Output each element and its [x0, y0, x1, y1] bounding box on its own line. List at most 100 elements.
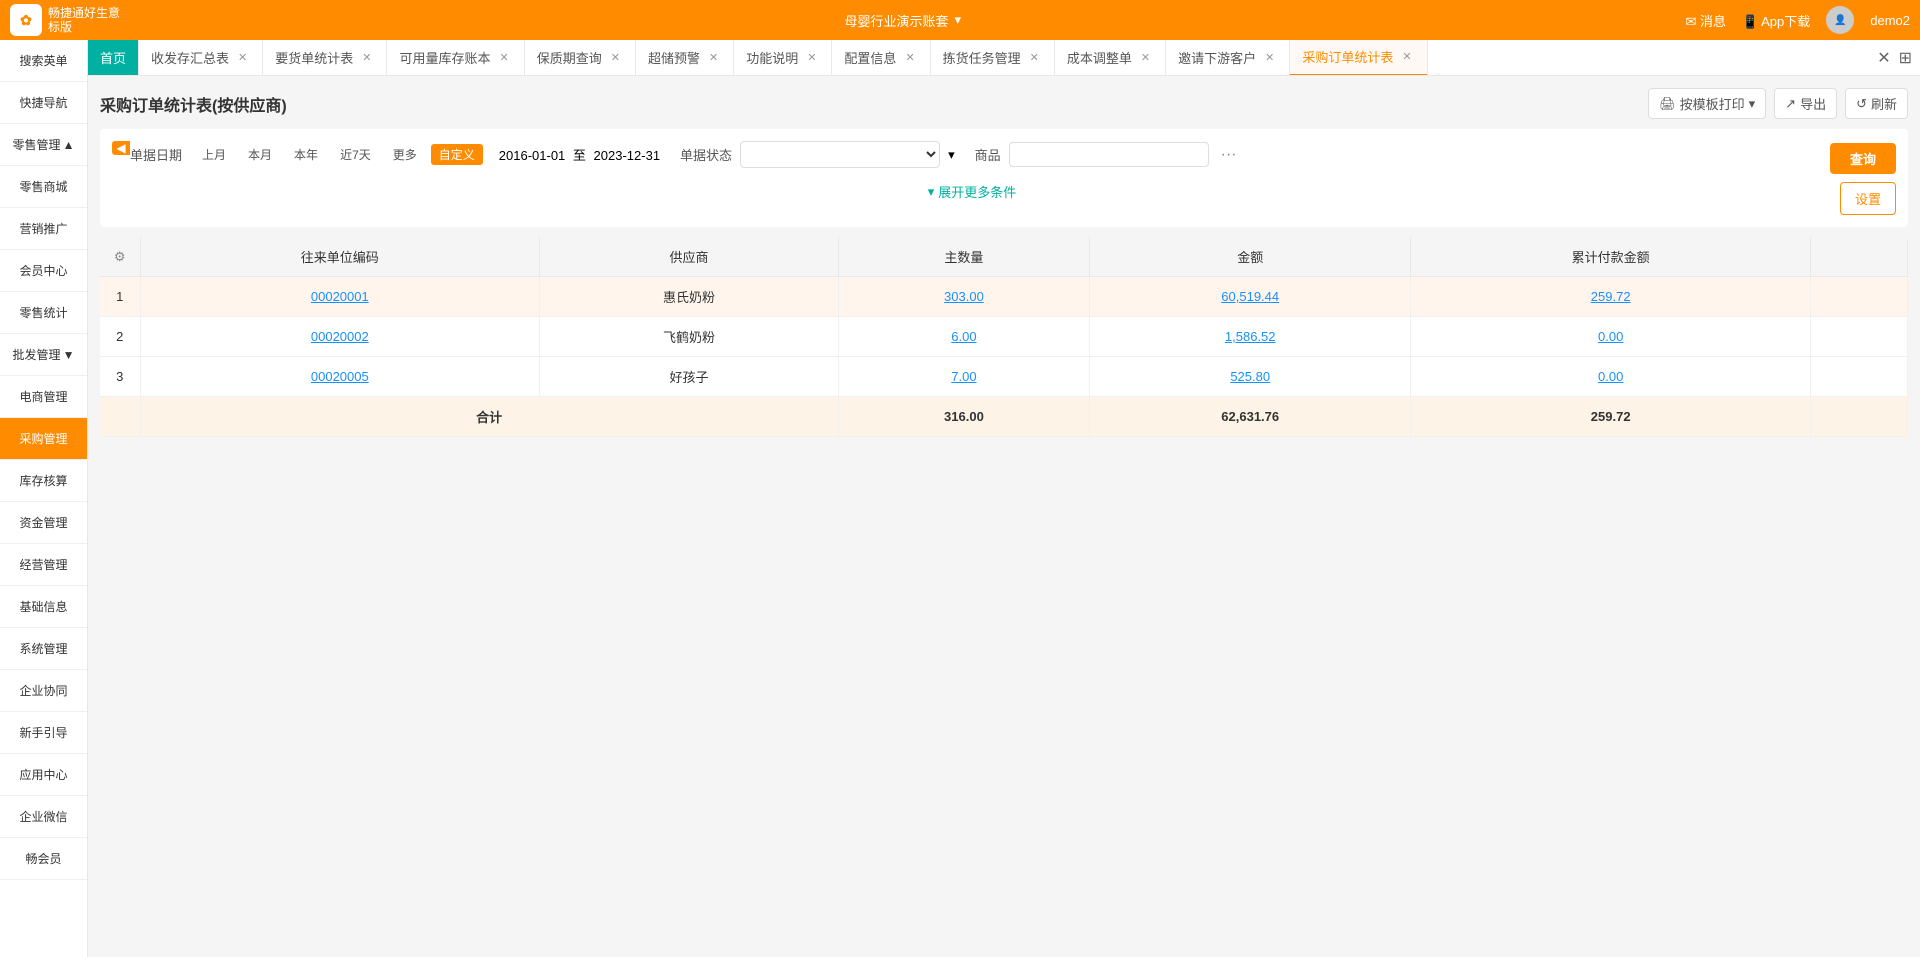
cell-empty [1810, 277, 1907, 317]
custom-date-tag[interactable]: 自定义 [431, 144, 483, 165]
close-tab-receive-summary[interactable]: ✕ [235, 50, 250, 65]
goods-more-btn[interactable]: ··· [1221, 146, 1237, 164]
sidebar-item-operations[interactable]: 经营管理 [0, 544, 87, 586]
tab-function-desc[interactable]: 功能说明 ✕ [734, 40, 832, 76]
sidebar-item-retail-shop[interactable]: 零售商城 [0, 166, 87, 208]
sidebar-item-member[interactable]: 会员中心 [0, 250, 87, 292]
paid-link-3[interactable]: 0.00 [1598, 369, 1623, 384]
close-tab-available-stock[interactable]: ✕ [497, 50, 512, 65]
tab-cost-adjust[interactable]: 成本调整单 ✕ [1055, 40, 1166, 76]
filter-actions: 查询 设置 [1814, 141, 1896, 215]
close-tab-function-desc[interactable]: ✕ [804, 50, 819, 65]
amount-link-2[interactable]: 1,586.52 [1225, 329, 1276, 344]
template-print-button[interactable]: 🖨 按模板打印 ▾ [1648, 88, 1766, 119]
col-code-header: 往来单位编码 [140, 237, 540, 277]
tab-shelf-life[interactable]: 保质期查询 ✕ [525, 40, 636, 76]
tab-purchase-summary[interactable]: 采购订单统计表 ✕ [1290, 40, 1427, 76]
close-tab-purchase-summary[interactable]: ✕ [1399, 49, 1414, 64]
data-table: ⚙ 往来单位编码 供应商 主数量 金额 累计付款金额 1 [100, 237, 1908, 437]
quantity-link-2[interactable]: 6.00 [951, 329, 976, 344]
sidebar-item-finance[interactable]: 资金管理 [0, 502, 87, 544]
status-select[interactable] [740, 141, 940, 168]
logo-symbol: ✿ [20, 12, 32, 29]
code-link[interactable]: 00020001 [311, 289, 369, 304]
shortcut-7days[interactable]: 近7天 [332, 144, 379, 165]
cell-code: 00020002 [140, 317, 540, 357]
tab-config-info[interactable]: 配置信息 ✕ [832, 40, 930, 76]
goods-input[interactable] [1009, 142, 1209, 167]
close-tab-goods-summary[interactable]: ✕ [359, 50, 374, 65]
column-settings-icon[interactable]: ⚙ [114, 249, 126, 264]
tab-home[interactable]: 首页 [88, 40, 139, 76]
cell-paid: 0.00 [1411, 357, 1811, 397]
sidebar-item-shortcut[interactable]: 快捷导航 [0, 82, 87, 124]
sidebar-item-app-center[interactable]: 应用中心 [0, 754, 87, 796]
paid-link-2[interactable]: 0.00 [1598, 329, 1623, 344]
cell-supplier: 好孩子 [540, 357, 839, 397]
export-button[interactable]: ↗ 导出 [1774, 88, 1837, 119]
cell-supplier: 惠氏奶粉 [540, 277, 839, 317]
col-amount-header: 金额 [1090, 237, 1411, 277]
close-all-icon[interactable]: ✕ [1877, 48, 1890, 68]
code-link-3[interactable]: 00020005 [311, 369, 369, 384]
paid-link[interactable]: 259.72 [1591, 289, 1631, 304]
quantity-link[interactable]: 303.00 [944, 289, 984, 304]
toggle-more-btn[interactable]: ▾ 展开更多条件 [928, 182, 1017, 201]
sidebar-item-inventory[interactable]: 库存核算 [0, 460, 87, 502]
tab-available-stock[interactable]: 可用量库存账本 ✕ [387, 40, 524, 76]
date-to[interactable]: 2023-12-31 [594, 148, 661, 163]
shortcut-more[interactable]: 更多 [385, 144, 425, 165]
shortcut-last-month[interactable]: 上月 [194, 144, 234, 165]
table: ⚙ 往来单位编码 供应商 主数量 金额 累计付款金额 1 [100, 237, 1908, 437]
sidebar-item-retail[interactable]: 零售管理 ▲ [0, 124, 87, 166]
sidebar-item-wechat[interactable]: 企业微信 [0, 796, 87, 838]
sidebar-item-basic[interactable]: 基础信息 [0, 586, 87, 628]
close-tab-config-info[interactable]: ✕ [902, 50, 917, 65]
table-footer-row: 合计 316.00 62,631.76 259.72 [100, 397, 1908, 437]
date-shortcuts: 上月 本月 本年 近7天 更多 自定义 [194, 144, 483, 165]
sidebar-item-member2[interactable]: 畅会员 [0, 838, 87, 880]
amount-link[interactable]: 60,519.44 [1221, 289, 1279, 304]
workspace-selector[interactable]: 母婴行业演示账套 ▾ [844, 11, 961, 30]
code-link-2[interactable]: 00020002 [311, 329, 369, 344]
close-tab-pick-task[interactable]: ✕ [1027, 50, 1042, 65]
close-tab-invite-downstream[interactable]: ✕ [1262, 50, 1277, 65]
user-avatar[interactable]: 👤 [1826, 6, 1854, 34]
tab-receive-summary[interactable]: 收发存汇总表 ✕ [139, 40, 263, 76]
close-tab-cost-adjust[interactable]: ✕ [1138, 50, 1153, 65]
tab-goods-summary[interactable]: 要货单统计表 ✕ [263, 40, 387, 76]
sidebar-item-marketing[interactable]: 营销推广 [0, 208, 87, 250]
amount-link-3[interactable]: 525.80 [1230, 369, 1270, 384]
sidebar-collapse-btn[interactable]: ◀ [112, 141, 130, 155]
tab-pick-task[interactable]: 拣货任务管理 ✕ [931, 40, 1055, 76]
app-download-btn[interactable]: 📱 App下载 [1742, 11, 1810, 30]
sidebar-item-search[interactable]: 搜索英单 [0, 40, 87, 82]
query-button[interactable]: 查询 [1830, 143, 1896, 174]
sidebar-item-purchase[interactable]: 采购管理 [0, 418, 87, 460]
maximize-icon[interactable]: ⊞ [1899, 48, 1912, 68]
messages-btn[interactable]: ✉ 消息 [1685, 11, 1726, 30]
shortcut-this-month[interactable]: 本月 [240, 144, 280, 165]
tab-overstock[interactable]: 超储预警 ✕ [636, 40, 734, 76]
cell-empty [1810, 317, 1907, 357]
tab-invite-downstream[interactable]: 邀请下游客户 ✕ [1166, 40, 1290, 76]
shortcut-this-year[interactable]: 本年 [286, 144, 326, 165]
sidebar-item-newbie[interactable]: 新手引导 [0, 712, 87, 754]
sidebar: 搜索英单 快捷导航 零售管理 ▲ 零售商城 营销推广 会员中心 零售统计 批发管… [0, 40, 88, 957]
chevron-icon: ▲ [63, 138, 75, 152]
sidebar-item-ecommerce[interactable]: 电商管理 [0, 376, 87, 418]
date-label: 单据日期 [130, 145, 182, 164]
date-from[interactable]: 2016-01-01 [499, 148, 566, 163]
settings-button[interactable]: 设置 [1840, 182, 1896, 215]
sidebar-item-retail-stat[interactable]: 零售统计 [0, 292, 87, 334]
quantity-link-3[interactable]: 7.00 [951, 369, 976, 384]
refresh-button[interactable]: ↺ 刷新 [1845, 88, 1908, 119]
page-header: 采购订单统计表(按供应商) 🖨 按模板打印 ▾ ↗ 导出 ↺ 刷新 [100, 88, 1908, 119]
sidebar-item-enterprise[interactable]: 企业协同 [0, 670, 87, 712]
chevron-down-icon: ▾ [954, 12, 961, 28]
sidebar-item-wholesale[interactable]: 批发管理 ▼ [0, 334, 87, 376]
sidebar-item-system[interactable]: 系统管理 [0, 628, 87, 670]
close-tab-shelf-life[interactable]: ✕ [608, 50, 623, 65]
filter-section: ◀ 单据日期 上月 本月 本年 近7天 更多 [112, 141, 1896, 215]
close-tab-overstock[interactable]: ✕ [706, 50, 721, 65]
